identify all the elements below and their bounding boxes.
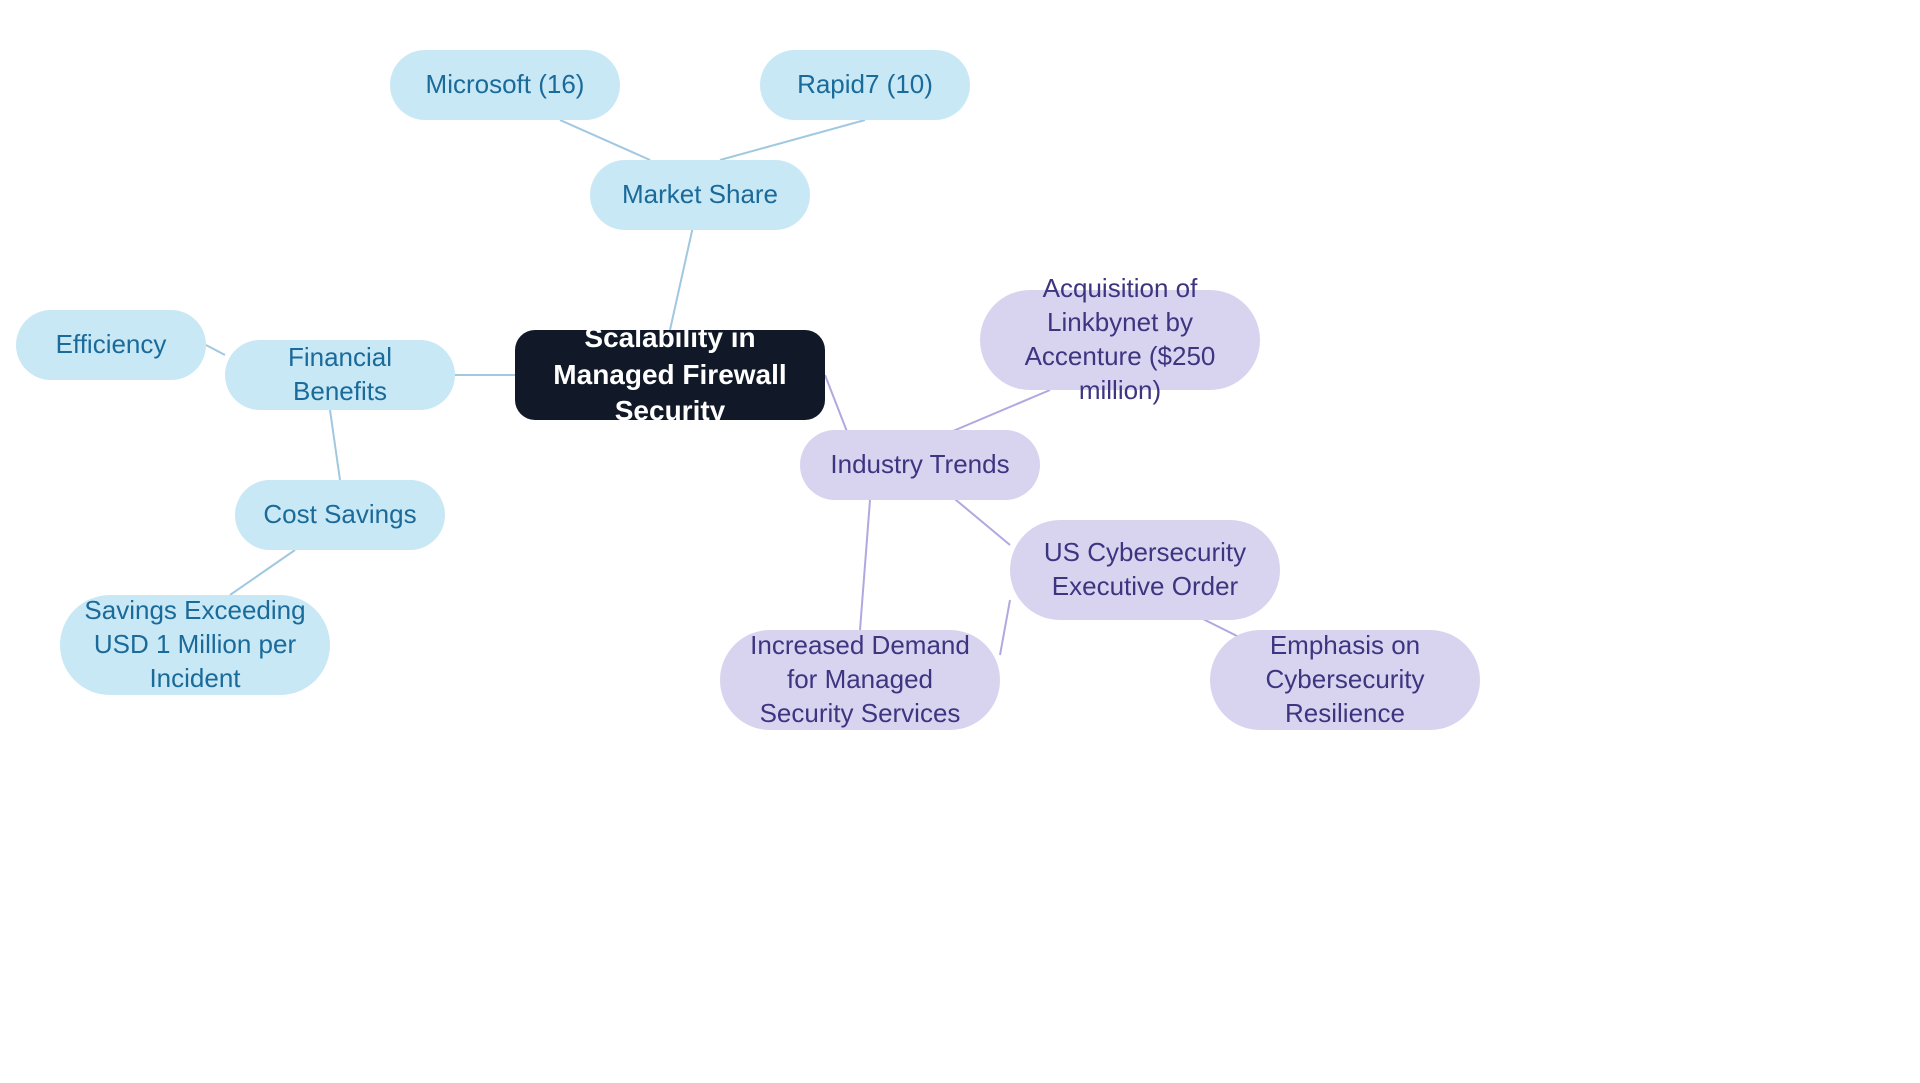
emphasis-cybersecurity-node[interactable]: Emphasis on Cybersecurity Resilience <box>1210 630 1480 730</box>
cost-savings-node[interactable]: Cost Savings <box>235 480 445 550</box>
increased-demand-node[interactable]: Increased Demand for Managed Security Se… <box>720 630 1000 730</box>
market-share-node[interactable]: Market Share <box>590 160 810 230</box>
industry-trends-node[interactable]: Industry Trends <box>800 430 1040 500</box>
us-cybersecurity-node[interactable]: US Cybersecurity Executive Order <box>1010 520 1280 620</box>
microsoft-node[interactable]: Microsoft (16) <box>390 50 620 120</box>
financial-benefits-node[interactable]: Financial Benefits <box>225 340 455 410</box>
efficiency-node[interactable]: Efficiency <box>16 310 206 380</box>
savings-node[interactable]: Savings Exceeding USD 1 Million per Inci… <box>60 595 330 695</box>
center-node[interactable]: Scalability in Managed Firewall Security <box>515 330 825 420</box>
rapid7-node[interactable]: Rapid7 (10) <box>760 50 970 120</box>
acquisition-linkbynet-node[interactable]: Acquisition of Linkbynet by Accenture ($… <box>980 290 1260 390</box>
